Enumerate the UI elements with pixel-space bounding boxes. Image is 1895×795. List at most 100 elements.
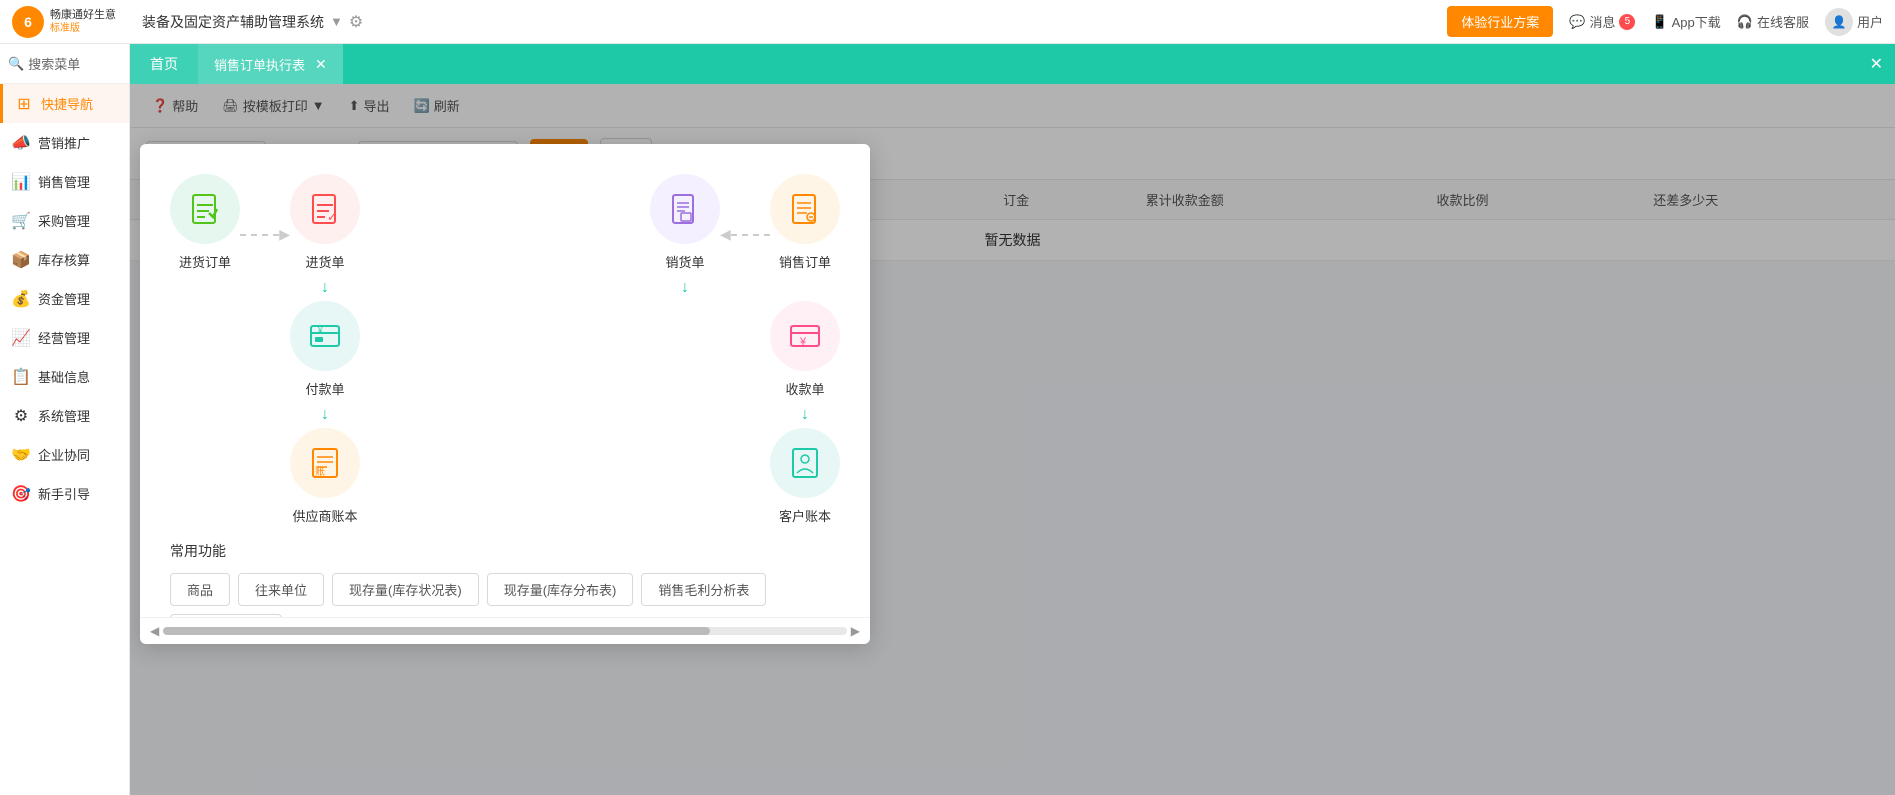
sidebar-item-inventory[interactable]: 📦 库存核算 <box>0 240 129 279</box>
purchase-icon: 🛒 <box>12 212 30 230</box>
sidebar-item-basic-info[interactable]: 📋 基础信息 <box>0 357 129 396</box>
down-arrow-payment: ↓ <box>290 406 360 424</box>
app-download-item[interactable]: 📱 App下载 <box>1651 12 1720 31</box>
top-right: 💬 消息 5 📱 App下载 🎧 在线客服 👤 用户 <box>1569 8 1883 36</box>
svg-text:账: 账 <box>315 466 325 478</box>
flow-node-receipt-bill[interactable]: ¥ 收款单 <box>770 301 840 398</box>
svg-text:¥: ¥ <box>799 336 807 348</box>
sidebar-item-finance[interactable]: 💰 资金管理 <box>0 279 129 318</box>
tab-close-button[interactable]: ✕ <box>315 56 327 73</box>
flow-row-2: ¥ 付款单 <box>170 301 840 398</box>
message-badge: 5 <box>1619 14 1635 30</box>
func-btn-inventory-dist[interactable]: 现存量(库存分布表) <box>487 573 634 606</box>
sidebar-item-enterprise[interactable]: 🤝 企业协同 <box>0 435 129 474</box>
logo-icon: 6 <box>12 6 44 38</box>
purchase-order-circle <box>170 174 240 244</box>
scroll-track <box>163 627 847 635</box>
sidebar-item-purchase[interactable]: 🛒 采购管理 <box>0 201 129 240</box>
flow-node-sales-order[interactable]: 销售订单 <box>770 174 840 271</box>
tab-sales-order[interactable]: 销售订单执行表 ✕ <box>198 44 343 84</box>
finance-icon: 💰 <box>12 290 30 308</box>
sales-order-circle <box>770 174 840 244</box>
flow-row-1: 进货订单 ▶ <box>170 174 840 271</box>
main-content: ❓ 帮助 🖨 按模板打印 ▼ ⬆ 导出 🔄 刷新 <box>130 84 1895 795</box>
user-item[interactable]: 👤 用户 <box>1825 8 1883 36</box>
down-arrow-receipt: ↓ <box>770 406 840 424</box>
sidebar-search[interactable]: 🔍 搜索菜单 <box>0 44 129 84</box>
flow-node-payment-bill[interactable]: ¥ 付款单 <box>290 301 360 398</box>
dropdown-arrow-icon[interactable]: ▼ <box>330 14 343 29</box>
flow-row-3: 账 供应商账本 <box>170 428 840 525</box>
search-icon: 🔍 <box>8 56 24 72</box>
flow-node-purchase-order[interactable]: 进货订单 <box>170 174 240 271</box>
logo-text: 畅康通好生意 标准版 <box>50 8 116 35</box>
phone-icon: 📱 <box>1651 14 1667 30</box>
flow-node-supplier-account[interactable]: 账 供应商账本 <box>290 428 360 525</box>
operation-icon: 📈 <box>12 329 30 347</box>
scroll-right-icon[interactable]: ▶ <box>851 624 860 638</box>
sidebar-item-quick-nav[interactable]: ⊞ 快捷导航 <box>0 84 129 123</box>
sidebar: 🔍 搜索菜单 ⊞ 快捷导航 📣 营销推广 📊 销售管理 🛒 采购管理 <box>0 44 130 795</box>
func-btn-inventory-status[interactable]: 现存量(库存状况表) <box>332 573 479 606</box>
basic-info-icon: 📋 <box>12 368 30 386</box>
sales-icon: 📊 <box>12 173 30 191</box>
receipt-bill-circle: ¥ <box>770 301 840 371</box>
sidebar-item-marketing[interactable]: 📣 营销推广 <box>0 123 129 162</box>
marketing-icon: 📣 <box>12 134 30 152</box>
sidebar-item-system[interactable]: ⚙ 系统管理 <box>0 396 129 435</box>
flow-node-customer-account[interactable]: 客户账本 <box>770 428 840 525</box>
sidebar-item-operation[interactable]: 📈 经营管理 <box>0 318 129 357</box>
arrows-down-row-2: ↓ ↓ <box>170 406 840 424</box>
svg-text:¥: ¥ <box>317 326 323 335</box>
sidebar-item-sales[interactable]: 📊 销售管理 <box>0 162 129 201</box>
message-item[interactable]: 💬 消息 5 <box>1569 12 1635 31</box>
tab-home[interactable]: 首页 <box>130 44 198 84</box>
message-icon: 💬 <box>1569 14 1585 30</box>
common-functions: 常用功能 商品 往来单位 现存量(库存状况表) 现存量(库存分布表) 销售毛利分… <box>170 541 840 617</box>
scroll-thumb <box>163 627 710 635</box>
supplier-account-circle: 账 <box>290 428 360 498</box>
arrow-purchase-to-purchase-bill: ▶ <box>240 226 290 271</box>
payment-bill-circle: ¥ <box>290 301 360 371</box>
trial-button[interactable]: 体验行业方案 <box>1447 6 1553 37</box>
flow-node-sales-bill[interactable]: 销货单 <box>650 174 720 271</box>
avatar: 👤 <box>1825 8 1853 36</box>
enterprise-icon: 🤝 <box>12 446 30 464</box>
settings-icon[interactable]: ⚙ <box>349 12 363 32</box>
headset-icon: 🎧 <box>1737 14 1753 30</box>
modal: 进货订单 ▶ <box>140 144 870 644</box>
scroll-left-icon[interactable]: ◀ <box>150 624 159 638</box>
flow-node-purchase-bill[interactable]: ✓ 进货单 <box>290 174 360 271</box>
system-icon: ⚙ <box>12 407 30 425</box>
inventory-icon: 📦 <box>12 251 30 269</box>
window-close-button[interactable]: ✕ <box>1870 54 1883 74</box>
guide-icon: 🎯 <box>12 485 30 503</box>
arrow-sales-order-to-sales-bill: ◀ <box>720 226 770 271</box>
modal-content: 进货订单 ▶ <box>140 144 870 617</box>
arrows-down-row: ↓ ↓ <box>170 279 840 297</box>
top-bar: 6 畅康通好生意 标准版 装备及固定资产辅助管理系统 ▼ ⚙ 体验行业方案 💬 … <box>0 0 1895 44</box>
common-title: 常用功能 <box>170 541 840 561</box>
quick-nav-icon: ⊞ <box>15 95 33 113</box>
customer-account-circle <box>770 428 840 498</box>
sales-bill-circle <box>650 174 720 244</box>
down-arrow-sales-bill: ↓ <box>650 279 720 297</box>
down-arrow-purchase-bill: ↓ <box>290 279 360 297</box>
main-area: 🔍 搜索菜单 ⊞ 快捷导航 📣 营销推广 📊 销售管理 🛒 采购管理 <box>0 44 1895 795</box>
function-btns-row-1: 商品 往来单位 现存量(库存状况表) 现存量(库存分布表) 销售毛利分析表 商品… <box>170 573 840 617</box>
tab-bar: 首页 销售订单执行表 ✕ ✕ <box>130 44 1895 84</box>
modal-scrollbar[interactable]: ◀ ▶ <box>140 617 870 644</box>
logo-area: 6 畅康通好生意 标准版 <box>12 6 142 38</box>
func-btn-partner[interactable]: 往来单位 <box>238 573 324 606</box>
purchase-bill-circle: ✓ <box>290 174 360 244</box>
online-service-item[interactable]: 🎧 在线客服 <box>1737 12 1809 31</box>
content-area: 首页 销售订单执行表 ✕ ✕ ❓ 帮助 🖨 按模板打印 <box>130 44 1895 795</box>
system-name: 装备及固定资产辅助管理系统 <box>142 12 324 32</box>
func-btn-goods[interactable]: 商品 <box>170 573 230 606</box>
sidebar-item-guide[interactable]: 🎯 新手引导 <box>0 474 129 513</box>
app-container: 6 畅康通好生意 标准版 装备及固定资产辅助管理系统 ▼ ⚙ 体验行业方案 💬 … <box>0 0 1895 795</box>
modal-overlay[interactable]: 进货订单 ▶ <box>130 84 1895 795</box>
func-btn-sales-margin[interactable]: 销售毛利分析表 <box>641 573 766 606</box>
system-title: 装备及固定资产辅助管理系统 ▼ ⚙ <box>142 12 1447 32</box>
svg-text:✓: ✓ <box>327 210 337 224</box>
